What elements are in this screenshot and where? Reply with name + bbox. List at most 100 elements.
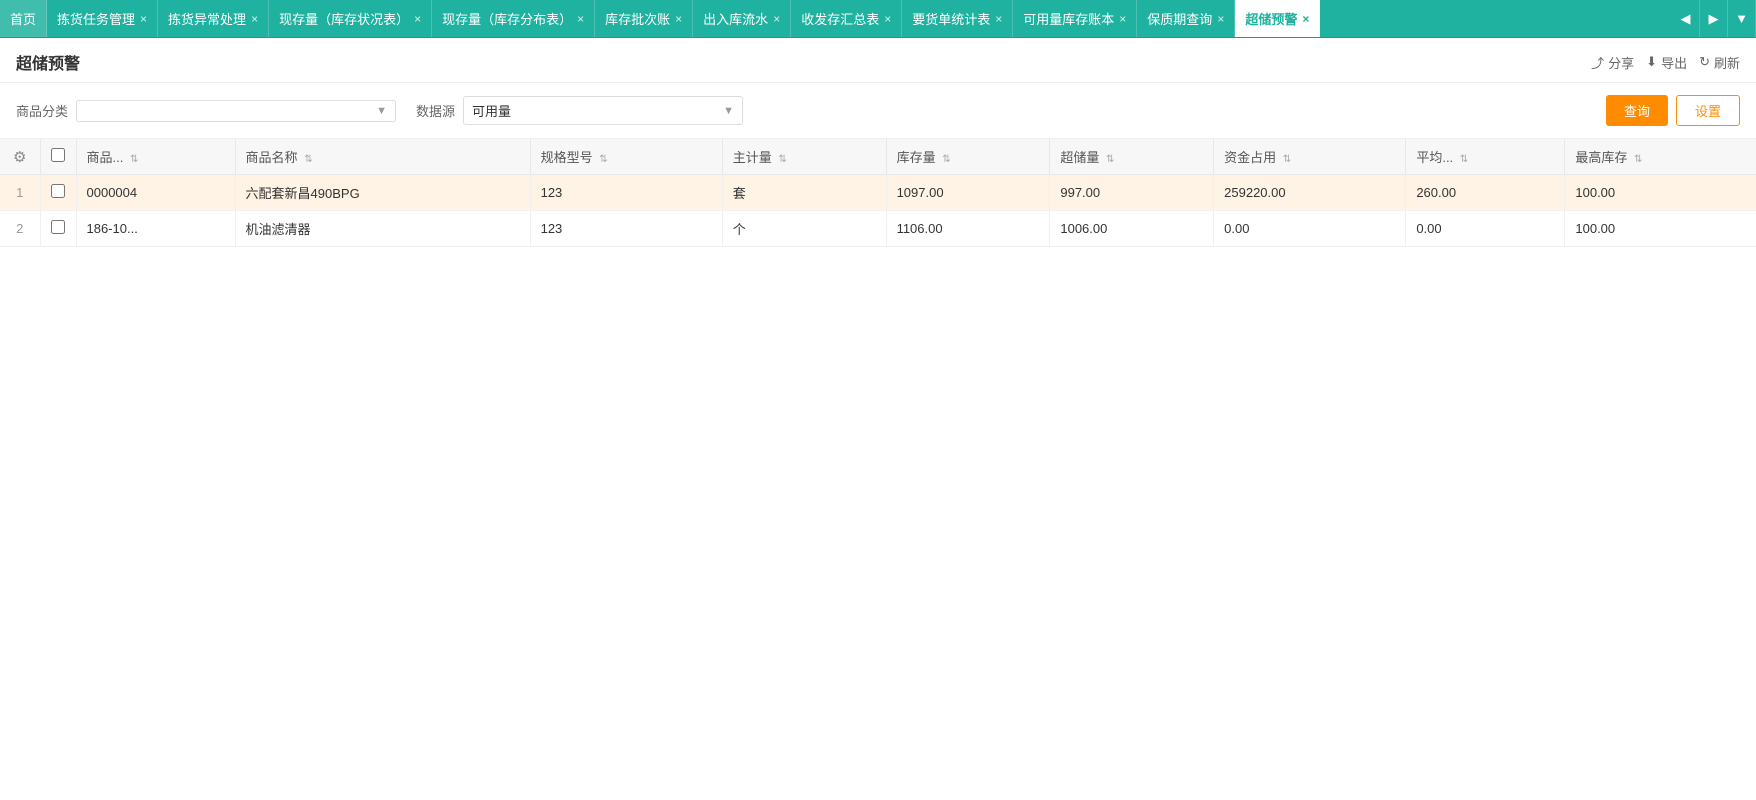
datasource-label: 数据源 [416,101,455,120]
cell-checkbox[interactable] [40,175,76,211]
th-max-stock[interactable]: 最高库存 ⇅ [1565,139,1756,175]
category-label: 商品分类 [16,101,68,120]
cell-index: 2 [0,211,40,247]
th-product-code[interactable]: 商品... ⇅ [76,139,235,175]
filter-buttons: 查询 设置 [1606,95,1740,126]
th-capital-label: 资金占用 [1224,150,1276,165]
nav-item-库存批次账[interactable]: 库存批次账× [595,0,693,37]
cell-product-code: 0000004 [76,175,235,211]
sort-icon-product-code: ⇅ [130,154,138,165]
nav-item-超储预警[interactable]: 超储预警× [1235,0,1320,37]
nav-item-可用量库存账本[interactable]: 可用量库存账本× [1013,0,1137,37]
datasource-select[interactable]: 可用量 ▼ [463,96,743,125]
cell-overstock: 997.00 [1050,175,1214,211]
row-checkbox[interactable] [51,184,65,198]
sort-icon-avg: ⇅ [1460,154,1468,165]
cell-max-stock: 100.00 [1565,175,1756,211]
th-spec-label: 规格型号 [541,150,593,165]
th-product-name-label: 商品名称 [246,150,298,165]
nav-item-拣货任务管理[interactable]: 拣货任务管理× [47,0,158,37]
th-capital[interactable]: 资金占用 ⇅ [1214,139,1406,175]
category-filter: 商品分类 ▼ [16,100,396,122]
nav-bar: 首页拣货任务管理×拣货异常处理×现存量（库存状况表）×现存量（库存分布表）×库存… [0,0,1756,38]
th-stock[interactable]: 库存量 ⇅ [886,139,1050,175]
nav-close-icon[interactable]: × [995,12,1002,26]
filter-area: 商品分类 ▼ 数据源 可用量 ▼ 查询 设置 [0,83,1756,139]
nav-close-icon[interactable]: × [414,12,421,26]
export-button[interactable]: ⬇ 导出 [1646,53,1687,72]
datasource-filter: 数据源 可用量 ▼ [416,96,743,125]
cell-checkbox[interactable] [40,211,76,247]
nav-close-icon[interactable]: × [884,12,891,26]
nav-close-icon[interactable]: × [773,12,780,26]
cell-product-name: 六配套新昌490BPG [235,175,530,211]
th-max-stock-label: 最高库存 [1575,150,1627,165]
row-checkbox[interactable] [51,220,65,234]
nav-item-出入库流水[interactable]: 出入库流水× [693,0,791,37]
sort-icon-stock: ⇅ [942,154,950,165]
th-spec[interactable]: 规格型号 ⇅ [530,139,722,175]
nav-item-保质期查询[interactable]: 保质期查询× [1137,0,1235,37]
refresh-button[interactable]: ↻ 刷新 [1699,53,1740,72]
nav-item-拣货异常处理[interactable]: 拣货异常处理× [158,0,269,37]
nav-close-icon[interactable]: × [675,12,682,26]
header-actions: ⤴ 分享 ⬇ 导出 ↻ 刷新 [1591,53,1740,72]
nav-item-要货单统计表[interactable]: 要货单统计表× [902,0,1013,37]
table-row: 2 186-10... 机油滤清器 123 个 1106.00 1006.00 … [0,211,1756,247]
cell-product-name: 机油滤清器 [235,211,530,247]
cell-avg: 260.00 [1406,175,1565,211]
sort-icon-spec: ⇅ [599,154,607,165]
settings-button[interactable]: 设置 [1676,95,1740,126]
sort-icon-max-stock: ⇅ [1634,154,1642,165]
cell-unit: 套 [722,175,886,211]
page-title: 超储预警 [16,50,80,74]
category-select[interactable]: ▼ [76,100,396,122]
nav-item-现存量库存状况表[interactable]: 现存量（库存状况表）× [269,0,432,37]
cell-product-code: 186-10... [76,211,235,247]
category-chevron-icon: ▼ [376,105,387,117]
sort-icon-capital: ⇅ [1283,154,1291,165]
table-container: ⚙ 商品... ⇅ 商品名称 ⇅ 规格型号 ⇅ [0,139,1756,247]
cell-stock: 1106.00 [886,211,1050,247]
nav-item-首页[interactable]: 首页 [0,0,47,37]
nav-close-icon[interactable]: × [1217,12,1224,26]
th-unit[interactable]: 主计量 ⇅ [722,139,886,175]
th-avg[interactable]: 平均... ⇅ [1406,139,1565,175]
th-overstock[interactable]: 超储量 ⇅ [1050,139,1214,175]
th-checkbox [40,139,76,175]
th-settings: ⚙ [0,139,40,175]
export-icon: ⬇ [1646,54,1657,70]
query-button[interactable]: 查询 [1606,95,1668,126]
nav-item-现存量库存分布表[interactable]: 现存量（库存分布表）× [432,0,595,37]
th-overstock-label: 超储量 [1060,150,1099,165]
nav-close-icon[interactable]: × [577,12,584,26]
nav-item-收发存汇总表[interactable]: 收发存汇总表× [791,0,902,37]
th-unit-label: 主计量 [733,150,772,165]
th-avg-label: 平均... [1416,150,1453,165]
cell-stock: 1097.00 [886,175,1050,211]
nav-more-btn[interactable]: ▼ [1728,0,1756,37]
share-icon: ⤴ [1591,53,1604,72]
th-product-name[interactable]: 商品名称 ⇅ [235,139,530,175]
cell-capital: 259220.00 [1214,175,1406,211]
datasource-chevron-icon: ▼ [723,105,734,117]
nav-prev-btn[interactable]: ◀ [1672,0,1700,37]
page-content: 超储预警 ⤴ 分享 ⬇ 导出 ↻ 刷新 商品分类 ▼ 数据源 [0,38,1756,800]
nav-close-icon[interactable]: × [251,12,258,26]
share-button[interactable]: ⤴ 分享 [1591,53,1634,72]
sort-icon-unit: ⇅ [778,154,786,165]
nav-close-icon[interactable]: × [1119,12,1126,26]
th-stock-label: 库存量 [897,150,936,165]
refresh-icon: ↻ [1699,54,1710,70]
sort-icon-product-name: ⇅ [304,154,312,165]
cell-max-stock: 100.00 [1565,211,1756,247]
nav-close-icon[interactable]: × [1302,12,1309,26]
nav-next-btn[interactable]: ▶ [1700,0,1728,37]
table-row: 1 0000004 六配套新昌490BPG 123 套 1097.00 997.… [0,175,1756,211]
th-product-code-label: 商品... [87,150,124,165]
nav-close-icon[interactable]: × [140,12,147,26]
cell-capital: 0.00 [1214,211,1406,247]
column-settings-icon[interactable]: ⚙ [13,149,26,166]
cell-overstock: 1006.00 [1050,211,1214,247]
select-all-checkbox[interactable] [51,148,65,162]
